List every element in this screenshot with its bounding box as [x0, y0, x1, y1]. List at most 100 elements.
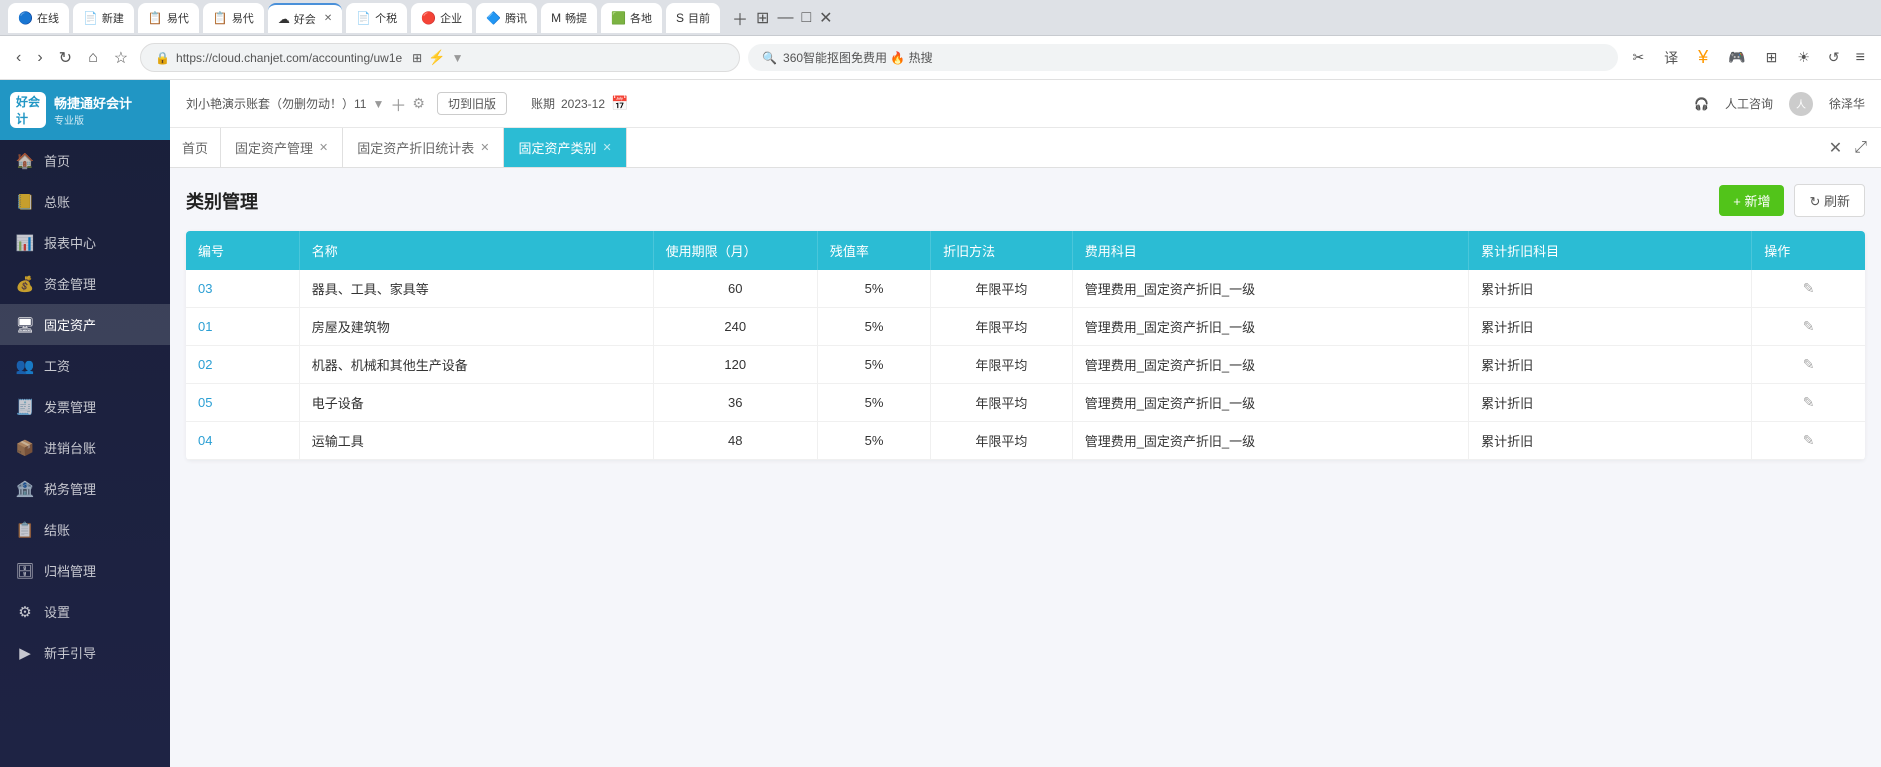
grid-icon[interactable]: ⊞ [1760, 49, 1784, 66]
cell-name-1: 房屋及建筑物 [299, 308, 653, 346]
undo-icon[interactable]: ↺ [1824, 49, 1844, 66]
code-link-1[interactable]: 01 [198, 319, 212, 334]
tab-depreciation-close[interactable]: ✕ [480, 141, 489, 154]
sidebar-label-fixed: 固定资产 [44, 315, 96, 334]
table-row: 02 机器、机械和其他生产设备 120 5% 年限平均 管理费用_固定资产折旧_… [186, 346, 1865, 384]
search-placeholder: 360智能抠图免费用 🔥 热搜 [783, 49, 933, 66]
browser-tab-3[interactable]: 📋 易代 [138, 3, 199, 33]
tab-category-close[interactable]: ✕ [603, 141, 612, 154]
expand-btn[interactable]: ⤢ [1852, 137, 1869, 159]
table-row: 03 器具、工具、家具等 60 5% 年限平均 管理费用_固定资产折旧_一级 累… [186, 270, 1865, 308]
sidebar-item-guide[interactable]: ▶ 新手引导 [0, 632, 170, 673]
forward-btn[interactable]: › [33, 45, 46, 71]
cell-accum-2: 累计折旧 [1469, 346, 1752, 384]
browser-tab-6[interactable]: 📄 个税 [346, 3, 407, 33]
scissors-icon[interactable]: ✂ [1626, 49, 1650, 66]
browser-tab-8[interactable]: 🔷 腾讯 [476, 3, 537, 33]
browser-tab-2[interactable]: 📄 新建 [73, 3, 134, 33]
edit-btn-1[interactable]: ✎ [1803, 318, 1815, 334]
close-all-btn[interactable]: ✕ [1827, 136, 1844, 160]
code-link-4[interactable]: 04 [198, 433, 212, 448]
browser-tab-11[interactable]: S 目前 [666, 3, 720, 33]
browser-tab-10[interactable]: 🟩 各地 [601, 3, 662, 33]
sidebar-label-inventory: 进销台账 [44, 438, 96, 457]
consult-label[interactable]: 人工咨询 [1725, 95, 1773, 112]
consult-icon: 🎧 [1694, 97, 1709, 111]
tab-depreciation[interactable]: 固定资产折旧统计表 ✕ [343, 128, 504, 167]
sidebar-item-fixed[interactable]: 🖥 固定资产 [0, 304, 170, 345]
sidebar-item-settlement[interactable]: 📋 结账 [0, 509, 170, 550]
refresh-btn[interactable]: ↻ 刷新 [1794, 184, 1865, 217]
tab-close-5[interactable]: ✕ [324, 13, 332, 24]
browser-tab-1[interactable]: 🔵 在线 [8, 3, 69, 33]
browser-tab-5[interactable]: ☁ 好会 ✕ [268, 3, 342, 33]
url-bar[interactable]: 🔒 https://cloud.chanjet.com/accounting/u… [140, 43, 740, 72]
bookmark-btn[interactable]: ☆ [110, 44, 132, 72]
inventory-icon: 📦 [16, 439, 34, 457]
switch-version-btn[interactable]: 切到旧版 [437, 92, 507, 115]
maximize-btn[interactable]: □ [801, 9, 811, 27]
period-value: 2023-12 [561, 97, 605, 111]
th-period: 使用期限（月） [653, 231, 817, 270]
edit-btn-0[interactable]: ✎ [1803, 280, 1815, 296]
sidebar-item-payroll[interactable]: 👥 工资 [0, 345, 170, 386]
sidebar-item-settings[interactable]: ⚙ 设置 [0, 591, 170, 632]
browser-tab-4[interactable]: 📋 易代 [203, 3, 264, 33]
minimize-btn[interactable]: — [777, 9, 793, 27]
tab-category-label: 固定资产类别 [518, 138, 596, 157]
browser-tab-7[interactable]: 🔴 企业 [411, 3, 472, 33]
cell-accum-0: 累计折旧 [1469, 270, 1752, 308]
dropdown-icon[interactable]: ▼ [372, 97, 384, 111]
translate-icon[interactable]: 译 [1658, 48, 1684, 68]
code-link-2[interactable]: 02 [198, 357, 212, 372]
calendar-icon[interactable]: 📅 [611, 95, 628, 112]
period-info: 账期 2023-12 📅 [531, 95, 629, 112]
sidebar-item-inventory[interactable]: 📦 进销台账 [0, 427, 170, 468]
sidebar-item-archive[interactable]: 🗄 归档管理 [0, 550, 170, 591]
sidebar-item-reports[interactable]: 📊 报表中心 [0, 222, 170, 263]
sidebar-label-payroll: 工资 [44, 356, 70, 375]
add-account-btn[interactable]: ＋ [390, 92, 406, 116]
game-icon[interactable]: 🎮 [1722, 49, 1751, 66]
tab-category[interactable]: 固定资产类别 ✕ [504, 128, 626, 167]
cell-name-2: 机器、机械和其他生产设备 [299, 346, 653, 384]
settings-btn-topbar[interactable]: ⚙ [412, 95, 425, 112]
tab-fixed-mgr[interactable]: 固定资产管理 ✕ [221, 128, 343, 167]
edit-btn-2[interactable]: ✎ [1803, 356, 1815, 372]
sidebar-item-tax[interactable]: 🏦 税务管理 [0, 468, 170, 509]
user-label: 刘小艳演示账套（勿删勿动！）11 [186, 95, 366, 112]
reload-btn[interactable]: ↻ [55, 44, 76, 72]
settings-icon: ⚙ [16, 603, 34, 621]
cell-period-0: 60 [653, 270, 817, 308]
cell-method-4: 年限平均 [931, 422, 1073, 460]
cell-period-1: 240 [653, 308, 817, 346]
sidebar-item-finance[interactable]: 💰 资金管理 [0, 263, 170, 304]
tab-fixed-mgr-close[interactable]: ✕ [319, 141, 328, 154]
edit-btn-3[interactable]: ✎ [1803, 394, 1815, 410]
code-link-0[interactable]: 03 [198, 281, 212, 296]
sidebar-item-ledger[interactable]: 📒 总账 [0, 181, 170, 222]
new-tab-btn[interactable]: ＋ [732, 6, 748, 30]
brightness-icon[interactable]: ☀ [1791, 49, 1816, 66]
coin-icon[interactable]: ¥ [1692, 47, 1714, 68]
sidebar-label-settings: 设置 [44, 602, 70, 621]
cell-period-4: 48 [653, 422, 817, 460]
cell-ops-4: ✎ [1752, 422, 1865, 460]
sidebar-item-invoice[interactable]: 🧾 发票管理 [0, 386, 170, 427]
sidebar-item-home[interactable]: 🏠 首页 [0, 140, 170, 181]
search-bar[interactable]: 🔍 360智能抠图免费用 🔥 热搜 [748, 44, 1618, 71]
browser-tab-9[interactable]: M 畅提 [541, 3, 597, 33]
tab-list-btn[interactable]: ⊞ [756, 8, 769, 28]
tab-home[interactable]: 首页 [170, 128, 221, 167]
cell-code-3: 05 [186, 384, 299, 422]
cell-rate-4: 5% [817, 422, 930, 460]
th-rate: 残值率 [817, 231, 930, 270]
code-link-3[interactable]: 05 [198, 395, 212, 410]
edit-btn-4[interactable]: ✎ [1803, 432, 1815, 448]
add-btn[interactable]: + 新增 [1719, 185, 1784, 216]
menu-icon[interactable]: ≡ [1852, 49, 1869, 67]
close-window-btn[interactable]: ✕ [819, 8, 832, 28]
th-method: 折旧方法 [931, 231, 1073, 270]
home-btn[interactable]: ⌂ [84, 45, 102, 71]
back-btn[interactable]: ‹ [12, 45, 25, 71]
